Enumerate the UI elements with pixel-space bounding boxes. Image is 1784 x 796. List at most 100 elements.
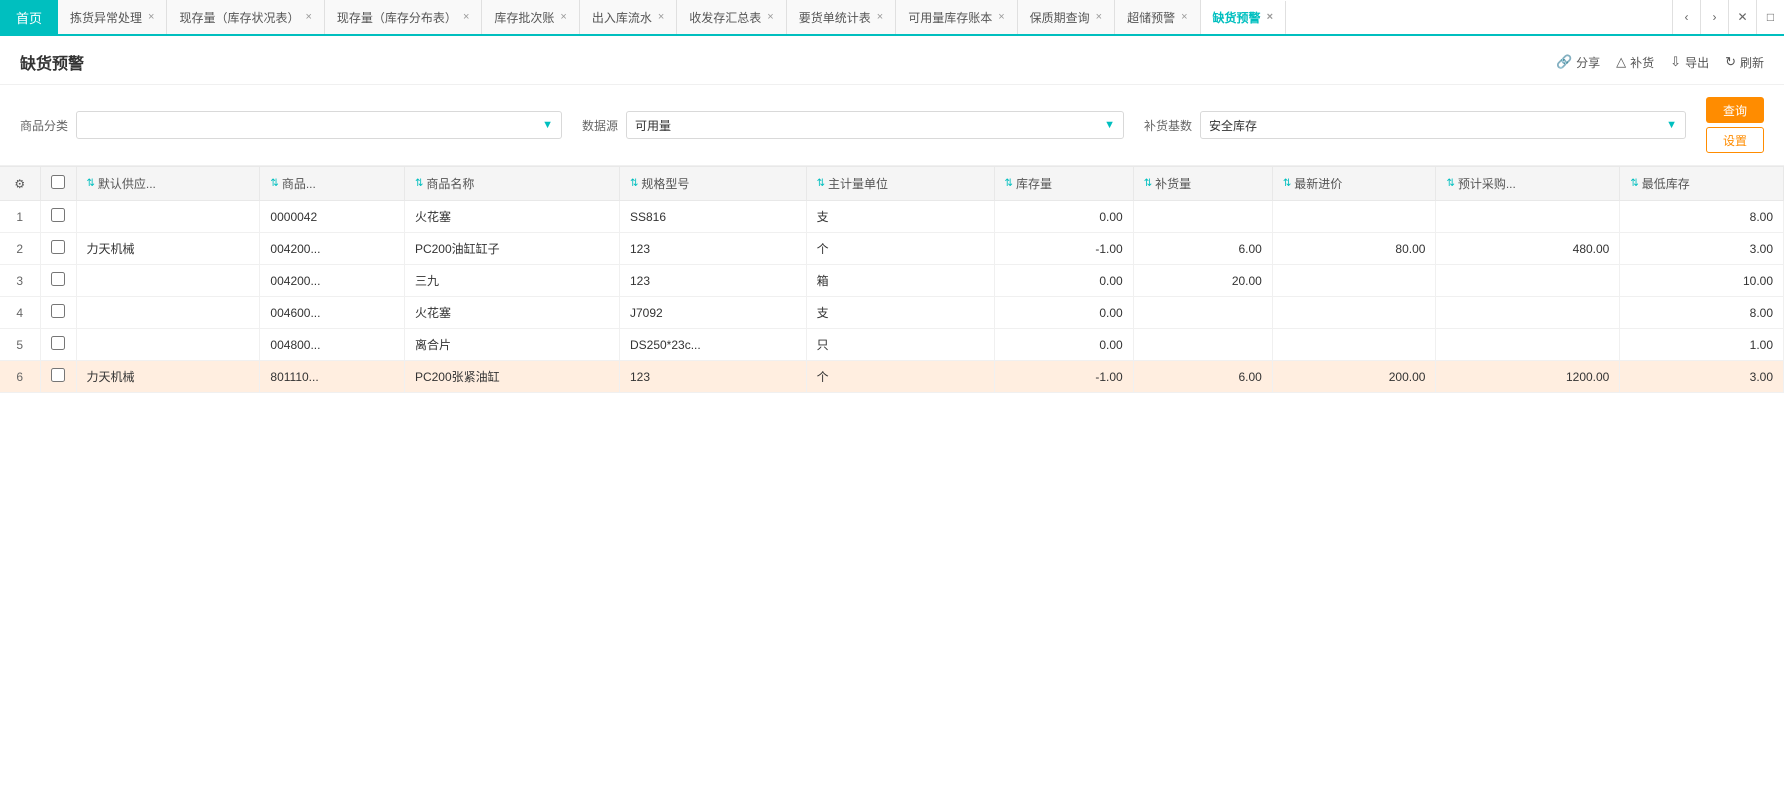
category-select[interactable]: ▼ <box>76 111 562 139</box>
col-stock-qty[interactable]: ⇅库存量 <box>994 167 1133 201</box>
replenish-button[interactable]: △ 补货 <box>1616 54 1654 71</box>
col-default-supplier[interactable]: ⇅默认供应... <box>76 167 260 201</box>
tab-batch-account[interactable]: 库存批次账× <box>482 0 579 34</box>
tab-overstock[interactable]: 超储预警× <box>1115 0 1200 34</box>
tab-close-icon[interactable]: × <box>1181 11 1187 23</box>
category-label: 商品分类 <box>20 117 68 134</box>
tab-exception[interactable]: 拣货异常处理× <box>58 0 167 34</box>
datasource-value: 可用量 <box>635 117 671 134</box>
tab-close-icon[interactable]: × <box>767 11 773 23</box>
cell-latest-price <box>1272 265 1436 297</box>
sort-icon: ⇅ <box>1446 178 1454 189</box>
tab-available-ledger[interactable]: 可用量库存账本× <box>896 0 1017 34</box>
row-number: 4 <box>0 297 40 329</box>
col-spec[interactable]: ⇅规格型号 <box>619 167 806 201</box>
refresh-button[interactable]: ↻ 刷新 <box>1725 54 1764 71</box>
col-checkbox <box>40 167 76 201</box>
row-checkbox-cell <box>40 265 76 297</box>
tab-close-icon[interactable]: × <box>148 11 154 23</box>
main-content: 缺货预警 🔗 分享 △ 补货 ⇩ 导出 ↻ 刷新 商品分类 <box>0 36 1784 796</box>
cell-unit: 支 <box>806 297 994 329</box>
tab-stock-dist[interactable]: 现存量（库存分布表） × <box>325 0 482 34</box>
tab-expiry-query[interactable]: 保质期查询 × <box>1018 0 1115 34</box>
row-checkbox[interactable] <box>51 208 65 222</box>
row-checkbox[interactable] <box>51 336 65 350</box>
filter-bar: 商品分类 ▼ 数据源 可用量 ▼ 补货基数 安全库存 ▼ 查询 设置 <box>0 85 1784 166</box>
cell-product-code: 004200... <box>260 265 405 297</box>
table-row: 3 004200... 三九 123 箱 0.00 20.00 10.00 <box>0 265 1784 297</box>
tab-close-icon[interactable]: × <box>1267 11 1273 23</box>
category-filter-group: 商品分类 ▼ <box>20 111 562 139</box>
col-estimated-purchase[interactable]: ⇅预计采购... <box>1436 167 1620 201</box>
col-product-name[interactable]: ⇅商品名称 <box>404 167 619 201</box>
col-product-code[interactable]: ⇅商品... <box>260 167 405 201</box>
row-checkbox-cell <box>40 297 76 329</box>
tab-close-icon[interactable]: × <box>305 11 311 23</box>
tab-label: 缺货预警 <box>1213 9 1261 26</box>
export-button[interactable]: ⇩ 导出 <box>1670 54 1709 71</box>
tab-close-icon[interactable]: × <box>877 11 883 23</box>
cell-replenish-qty <box>1133 329 1272 361</box>
cell-default-supplier <box>76 265 260 297</box>
row-checkbox[interactable] <box>51 304 65 318</box>
tab-maximize-btn[interactable]: □ <box>1756 0 1784 35</box>
row-checkbox-cell <box>40 201 76 233</box>
tab-inout-flow[interactable]: 出入库流水× <box>580 0 677 34</box>
tab-requisition-stat[interactable]: 要货单统计表× <box>787 0 896 34</box>
tab-close-icon[interactable]: × <box>560 11 566 23</box>
tab-recv-summary[interactable]: 收发存汇总表 × <box>677 0 786 34</box>
replenish-base-select[interactable]: 安全库存 ▼ <box>1200 111 1686 139</box>
tab-label: 保质期查询 <box>1030 9 1090 26</box>
tab-label: 现存量（库存分布表） <box>337 9 457 26</box>
col-min-stock[interactable]: ⇅最低库存 <box>1620 167 1784 201</box>
tab-close-icon[interactable]: × <box>658 11 664 23</box>
tab-close-icon[interactable]: × <box>1096 11 1102 23</box>
cell-estimated-purchase: 1200.00 <box>1436 361 1620 393</box>
cell-estimated-purchase <box>1436 265 1620 297</box>
sort-icon: ⇅ <box>1630 178 1638 189</box>
query-button[interactable]: 查询 <box>1706 97 1764 123</box>
cell-spec: 123 <box>619 233 806 265</box>
tab-close-icon[interactable]: × <box>998 11 1004 23</box>
row-checkbox[interactable] <box>51 368 65 382</box>
tab-close-all-btn[interactable]: ✕ <box>1728 0 1756 35</box>
select-all-checkbox[interactable] <box>51 175 65 189</box>
tab-home[interactable]: 首页 <box>0 0 58 34</box>
tab-next-btn[interactable]: › <box>1700 0 1728 35</box>
row-checkbox[interactable] <box>51 272 65 286</box>
cell-latest-price: 200.00 <box>1272 361 1436 393</box>
table-body: 1 0000042 火花塞 SS816 支 0.00 8.00 2 力天机械 0… <box>0 201 1784 393</box>
replenish-base-label: 补货基数 <box>1144 117 1192 134</box>
table-row: 6 力天机械 801110... PC200张紧油缸 123 个 -1.00 6… <box>0 361 1784 393</box>
col-latest-price[interactable]: ⇅最新进价 <box>1272 167 1436 201</box>
cell-product-name: 三九 <box>404 265 619 297</box>
row-checkbox-cell <box>40 233 76 265</box>
cell-estimated-purchase <box>1436 329 1620 361</box>
col-replenish-qty[interactable]: ⇅补货量 <box>1133 167 1272 201</box>
tab-close-icon[interactable]: × <box>463 11 469 23</box>
tab-nav-buttons: ‹ › ✕ □ <box>1672 0 1784 35</box>
cell-spec: SS816 <box>619 201 806 233</box>
tab-stock-status[interactable]: 现存量（库存状况表）× <box>167 0 324 34</box>
datasource-select[interactable]: 可用量 ▼ <box>626 111 1124 139</box>
tab-prev-btn[interactable]: ‹ <box>1672 0 1700 35</box>
sort-icon: ⇅ <box>630 178 638 189</box>
col-unit[interactable]: ⇅主计量单位 <box>806 167 994 201</box>
tab-label: 收发存汇总表 <box>689 9 761 26</box>
export-label: 导出 <box>1685 54 1709 71</box>
replenish-label: 补货 <box>1630 54 1654 71</box>
tab-shortage[interactable]: 缺货预警 × <box>1201 1 1286 34</box>
row-checkbox[interactable] <box>51 240 65 254</box>
share-label: 分享 <box>1576 54 1600 71</box>
cell-stock-qty: -1.00 <box>994 361 1133 393</box>
replenish-base-arrow-icon: ▼ <box>1666 119 1677 131</box>
cell-replenish-qty: 20.00 <box>1133 265 1272 297</box>
cell-product-code: 801110... <box>260 361 405 393</box>
table-wrapper: ⚙ ⇅默认供应... ⇅商品... ⇅商品名称 ⇅规格型号 <box>0 166 1784 393</box>
settings-button[interactable]: 设置 <box>1706 127 1764 153</box>
cell-latest-price <box>1272 329 1436 361</box>
cell-min-stock: 3.00 <box>1620 361 1784 393</box>
col-gear[interactable]: ⚙ <box>0 167 40 201</box>
datasource-label: 数据源 <box>582 117 618 134</box>
share-button[interactable]: 🔗 分享 <box>1556 54 1600 71</box>
